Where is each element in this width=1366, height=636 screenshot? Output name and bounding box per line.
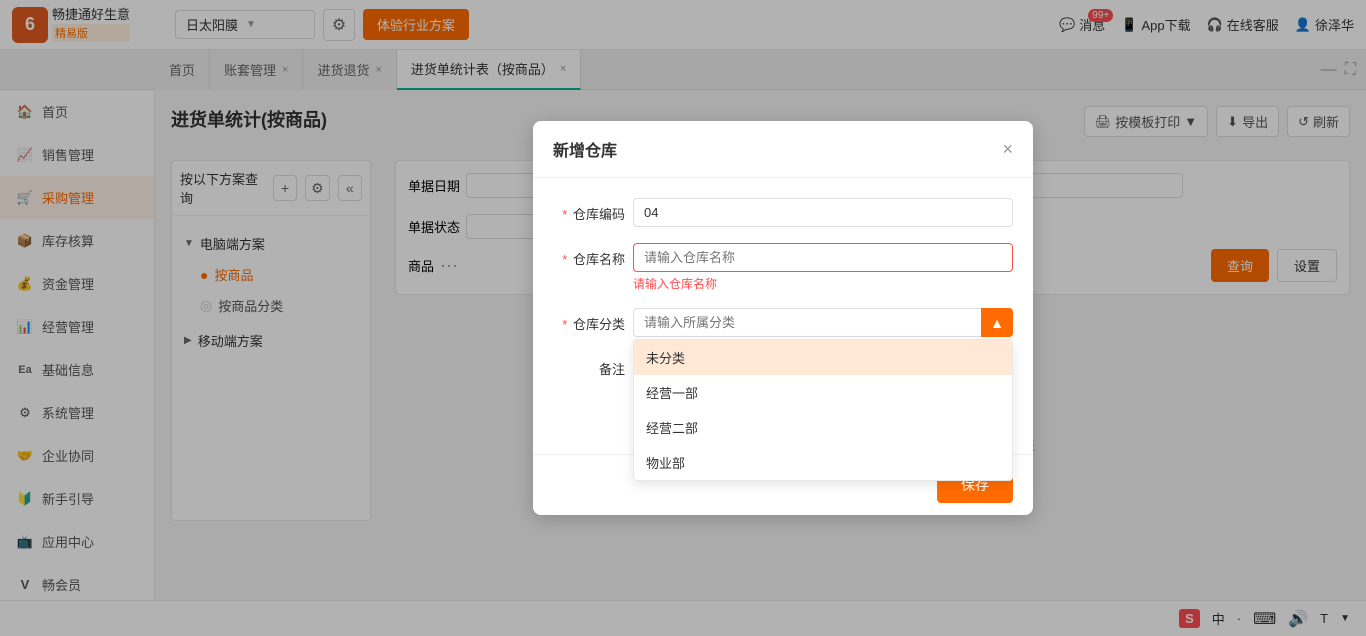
dropdown-item-unclassified[interactable]: 未分类	[634, 340, 1012, 375]
name-field: 请输入仓库名称	[633, 243, 1013, 292]
name-error-msg: 请输入仓库名称	[633, 275, 1013, 292]
category-required-mark: *	[562, 317, 567, 332]
code-field	[633, 198, 1013, 227]
note-label: 备注	[553, 353, 633, 378]
form-row-category: * 仓库分类 ▲ 未分类 经营一部 经营二部 物业部	[553, 308, 1013, 337]
form-row-name: * 仓库名称 请输入仓库名称	[553, 243, 1013, 292]
form-row-code: * 仓库编码	[553, 198, 1013, 227]
category-dropdown-list: 未分类 经营一部 经营二部 物业部	[633, 339, 1013, 481]
category-field: ▲ 未分类 经营一部 经营二部 物业部	[633, 308, 1013, 337]
name-label: * 仓库名称	[553, 243, 633, 268]
name-input[interactable]	[633, 243, 1013, 272]
dropdown-item-dept2[interactable]: 经营二部	[634, 410, 1012, 445]
code-input[interactable]	[633, 198, 1013, 227]
required-mark: *	[562, 207, 567, 222]
category-input[interactable]	[633, 308, 1013, 337]
name-required-mark: *	[562, 252, 567, 267]
dialog-body: * 仓库编码 * 仓库名称 请输入仓库名称 * 仓库分类	[533, 178, 1033, 454]
add-warehouse-dialog: 新增仓库 × * 仓库编码 * 仓库名称 请输入仓库名称	[533, 121, 1033, 515]
dropdown-item-dept3[interactable]: 物业部	[634, 445, 1012, 480]
category-dropdown-arrow[interactable]: ▲	[981, 308, 1013, 337]
dialog-header: 新增仓库 ×	[533, 121, 1033, 178]
code-label: * 仓库编码	[553, 198, 633, 223]
dropdown-item-dept1[interactable]: 经营一部	[634, 375, 1012, 410]
dialog-close-icon[interactable]: ×	[1002, 139, 1013, 160]
category-label: * 仓库分类	[553, 308, 633, 333]
dialog-title: 新增仓库	[553, 137, 617, 161]
